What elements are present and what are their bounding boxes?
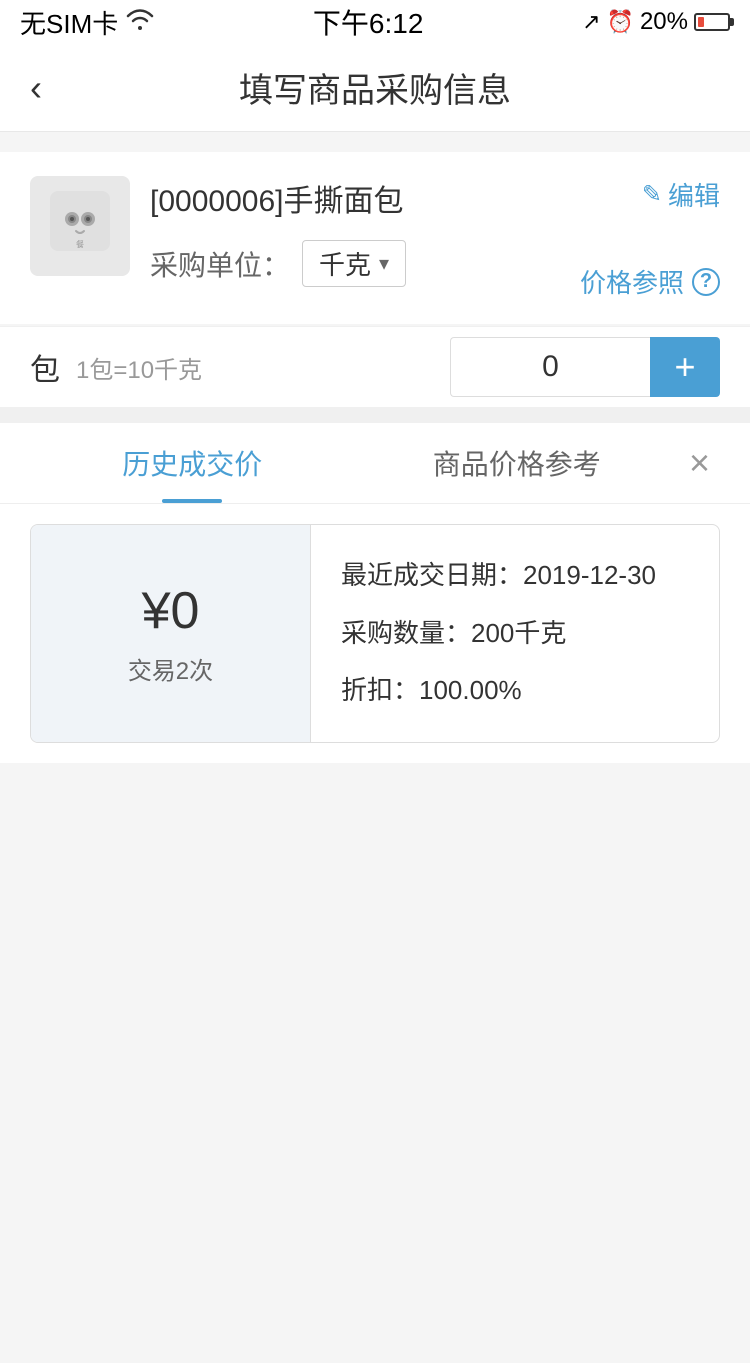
quantity-section: 包 1包=10千克 + [0, 326, 750, 407]
quantity-unit-desc: 1包=10千克 [76, 350, 202, 385]
product-card: 餐 [0000006]手撕面包 采购单位： 千克 ▾ ✎ 编辑 [0, 152, 750, 324]
discount-value: 100.00% [419, 675, 522, 705]
quantity-input-group: + [450, 337, 720, 397]
discount-row: 折扣：100.00% [341, 670, 689, 712]
quantity-unit: 包 [30, 345, 60, 389]
status-left: 无SIM卡 [20, 4, 154, 41]
price-amount: ¥0 [142, 581, 200, 641]
product-image: 餐 [30, 176, 130, 276]
battery-percent: 20% [640, 8, 688, 36]
section-divider [0, 407, 750, 423]
price-currency: ¥ [142, 582, 171, 640]
price-ref-button[interactable]: 价格参照 ? [580, 263, 720, 300]
purchase-quantity-value: 200千克 [471, 618, 566, 648]
discount-label: 折扣： [341, 675, 419, 705]
quantity-plus-button[interactable]: + [650, 337, 720, 397]
nav-bar: ‹ 填写商品采购信息 [0, 44, 750, 132]
product-unit-row: 采购单位： 千克 ▾ [150, 240, 406, 287]
status-right: ↗ ⏰ 20% [582, 8, 730, 36]
battery-icon [694, 13, 730, 31]
price-panel-tabs: 历史成交价 商品价格参考 × [0, 423, 750, 504]
svg-text:餐: 餐 [76, 240, 84, 249]
main-content [0, 763, 750, 1363]
quantity-input[interactable] [450, 337, 650, 397]
status-time: 下午6:12 [313, 2, 424, 42]
location-icon: ↗ [582, 9, 600, 35]
unit-select[interactable]: 千克 ▾ [302, 240, 406, 287]
price-ref-label: 价格参照 [580, 263, 684, 300]
back-button[interactable]: ‹ [30, 67, 62, 109]
price-value: 0 [171, 582, 200, 640]
carrier-text: 无SIM卡 [20, 4, 118, 41]
price-panel: 历史成交价 商品价格参考 × ¥0 交易2次 最近成交日期：2019-12-30… [0, 423, 750, 763]
alarm-icon: ⏰ [607, 9, 634, 35]
edit-icon: ✎ [642, 180, 662, 209]
price-card-right: 最近成交日期：2019-12-30 采购数量：200千克 折扣：100.00% [311, 525, 719, 742]
product-image-placeholder: 餐 [50, 191, 110, 261]
quantity-label-group: 包 1包=10千克 [30, 345, 202, 389]
unit-dropdown-arrow: ▾ [379, 251, 389, 276]
wifi-icon [126, 7, 154, 38]
recent-date-value: 2019-12-30 [523, 560, 656, 590]
purchase-quantity-row: 采购数量：200千克 [341, 613, 689, 655]
product-name: [0000006]手撕面包 [150, 176, 406, 220]
price-card-left: ¥0 交易2次 [31, 525, 311, 742]
recent-date-row: 最近成交日期：2019-12-30 [341, 555, 689, 597]
status-bar: 无SIM卡 下午6:12 ↗ ⏰ 20% [0, 0, 750, 44]
quantity-row: 包 1包=10千克 + [30, 327, 720, 407]
unit-label: 采购单位： [150, 244, 290, 284]
product-info: [0000006]手撕面包 采购单位： 千克 ▾ [150, 176, 406, 287]
edit-button[interactable]: ✎ 编辑 [642, 176, 720, 213]
tab-history-price[interactable]: 历史成交价 [30, 423, 354, 503]
price-card: ¥0 交易2次 最近成交日期：2019-12-30 采购数量：200千克 折扣：… [30, 524, 720, 743]
recent-date-label: 最近成交日期： [341, 560, 523, 590]
purchase-quantity-label: 采购数量： [341, 618, 471, 648]
page-title: 填写商品采购信息 [239, 63, 511, 112]
close-panel-button[interactable]: × [679, 432, 720, 494]
tab-product-price-ref[interactable]: 商品价格参考 [354, 423, 678, 503]
unit-value: 千克 [319, 245, 371, 282]
price-card-container: ¥0 交易2次 最近成交日期：2019-12-30 采购数量：200千克 折扣：… [0, 504, 750, 763]
price-transactions: 交易2次 [128, 651, 213, 686]
edit-label: 编辑 [668, 176, 720, 213]
price-ref-icon: ? [692, 268, 720, 296]
